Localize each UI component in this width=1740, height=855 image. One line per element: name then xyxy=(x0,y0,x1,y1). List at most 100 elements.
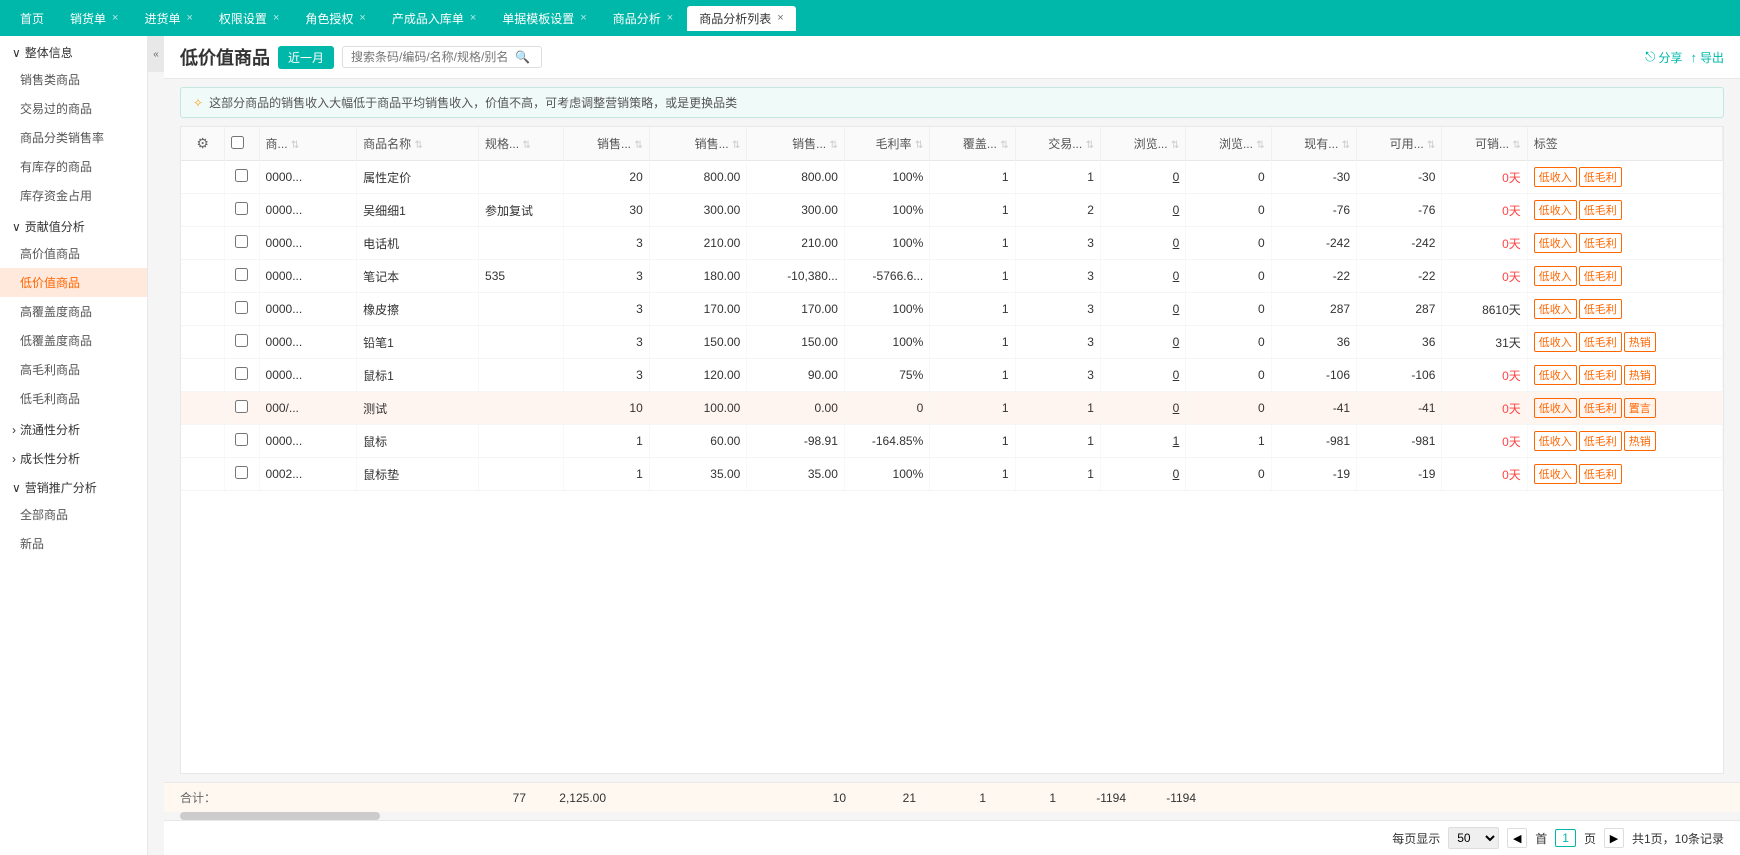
nav-role-auth[interactable]: 角色授权× xyxy=(293,6,377,31)
search-icon[interactable]: 🔍 xyxy=(515,50,530,64)
nav-goods-close[interactable]: × xyxy=(667,12,673,24)
row-spec xyxy=(479,392,564,425)
horizontal-scrollbar[interactable] xyxy=(180,812,1724,820)
sidebar-item-stock-capital[interactable]: 库存资金占用 xyxy=(0,181,147,210)
browse-link[interactable]: 0 xyxy=(1173,335,1180,349)
row-checkbox[interactable] xyxy=(235,367,248,380)
total-info: 共1页，10条记录 xyxy=(1632,830,1724,847)
sidebar-item-stock-goods[interactable]: 有库存的商品 xyxy=(0,152,147,181)
first-page-btn[interactable]: ◀ xyxy=(1507,828,1527,848)
browse-link[interactable]: 0 xyxy=(1173,170,1180,184)
nav-role-close[interactable]: × xyxy=(359,12,365,24)
browse-link[interactable]: 0 xyxy=(1173,236,1180,250)
sidebar-group-overall[interactable]: ∨ 整体信息 xyxy=(0,36,147,65)
row-setting xyxy=(181,359,225,392)
row-checkbox[interactable] xyxy=(235,466,248,479)
row-checkbox[interactable] xyxy=(235,169,248,182)
row-trade: 3 xyxy=(1015,227,1100,260)
row-qty: 10 xyxy=(564,392,649,425)
sidebar-item-low-cover[interactable]: 低覆盖度商品 xyxy=(0,326,147,355)
browse-link[interactable]: 0 xyxy=(1173,203,1180,217)
browse-link[interactable]: 1 xyxy=(1173,434,1180,448)
browse-link[interactable]: 0 xyxy=(1173,467,1180,481)
browse-link[interactable]: 0 xyxy=(1173,269,1180,283)
sidebar-item-sales-goods[interactable]: 销售类商品 xyxy=(0,65,147,94)
row-sale-cost: 210.00 xyxy=(747,227,845,260)
th-stock[interactable]: 现有... ⇅ xyxy=(1271,127,1356,161)
time-filter-button[interactable]: 近一月 xyxy=(278,46,334,69)
sidebar-item-all-goods[interactable]: 全部商品 xyxy=(0,500,147,529)
sidebar-item-category-rate[interactable]: 商品分类销售率 xyxy=(0,123,147,152)
search-input[interactable] xyxy=(351,50,511,64)
th-sale-qty[interactable]: 销售... ⇅ xyxy=(564,127,649,161)
row-checkbox[interactable] xyxy=(235,268,248,281)
main-layout: ∨ 整体信息 销售类商品 交易过的商品 商品分类销售率 有库存的商品 库存资金占… xyxy=(0,36,1740,855)
row-checkbox[interactable] xyxy=(235,334,248,347)
nav-permissions-close[interactable]: × xyxy=(273,12,279,24)
sort-icon-spec: ⇅ xyxy=(522,140,530,151)
sidebar-item-high-value[interactable]: 高价值商品 xyxy=(0,239,147,268)
row-stock: -41 xyxy=(1271,392,1356,425)
th-sellable[interactable]: 可销... ⇅ xyxy=(1442,127,1527,161)
days-badge: 0天 xyxy=(1502,171,1521,185)
nav-goods-list-close[interactable]: × xyxy=(777,12,783,24)
row-checkbox[interactable] xyxy=(235,235,248,248)
page-size-select[interactable]: 50 100 xyxy=(1448,827,1499,849)
th-profit[interactable]: 毛利率 ⇅ xyxy=(844,127,929,161)
select-all-checkbox[interactable] xyxy=(231,136,244,149)
sidebar-item-high-profit[interactable]: 高毛利商品 xyxy=(0,355,147,384)
sidebar-item-low-value[interactable]: 低价值商品 xyxy=(0,268,147,297)
nav-product-in[interactable]: 产成品入库单× xyxy=(380,6,488,31)
sidebar-group-circulation[interactable]: › 流通性分析 xyxy=(0,413,147,442)
data-table-wrapper[interactable]: ⚙ 商... ⇅ 商品名称 ⇅ 规格... ⇅ 销售... ⇅ 销售... ⇅ … xyxy=(180,126,1724,774)
browse-link[interactable]: 0 xyxy=(1173,368,1180,382)
row-setting xyxy=(181,293,225,326)
th-browse2[interactable]: 浏览... ⇅ xyxy=(1186,127,1271,161)
row-checkbox[interactable] xyxy=(235,202,248,215)
row-checkbox[interactable] xyxy=(235,400,248,413)
row-sale-sub: 100% xyxy=(844,326,929,359)
row-checkbox[interactable] xyxy=(235,301,248,314)
nav-template-close[interactable]: × xyxy=(580,12,586,24)
browse-link[interactable]: 0 xyxy=(1173,401,1180,415)
footer-amt: 2,125.00 xyxy=(546,791,626,805)
th-spec[interactable]: 规格... ⇅ xyxy=(479,127,564,161)
sidebar-item-low-profit[interactable]: 低毛利商品 xyxy=(0,384,147,413)
nav-goods-analysis[interactable]: 商品分析× xyxy=(601,6,685,31)
nav-home[interactable]: 首页 xyxy=(8,6,56,31)
row-avail: -76 xyxy=(1357,194,1442,227)
th-sale-amt[interactable]: 销售... ⇅ xyxy=(649,127,747,161)
nav-goods-list[interactable]: 商品分析列表× xyxy=(687,6,795,31)
sidebar-group-marketing[interactable]: ∨ 营销推广分析 xyxy=(0,471,147,500)
sidebar-group-contribution[interactable]: ∨ 贡献值分析 xyxy=(0,210,147,239)
scrollbar-thumb[interactable] xyxy=(180,812,380,820)
row-checkbox[interactable] xyxy=(235,433,248,446)
th-cover[interactable]: 覆盖... ⇅ xyxy=(930,127,1015,161)
sidebar-item-new-goods[interactable]: 新品 xyxy=(0,529,147,558)
sidebar-group-growth[interactable]: › 成长性分析 xyxy=(0,442,147,471)
export-button[interactable]: ↑ 导出 xyxy=(1690,49,1724,66)
th-name[interactable]: 商品名称 ⇅ xyxy=(357,127,479,161)
nav-template[interactable]: 单据模板设置× xyxy=(490,6,598,31)
sidebar-item-high-cover[interactable]: 高覆盖度商品 xyxy=(0,297,147,326)
th-sale-cost[interactable]: 销售... ⇅ xyxy=(747,127,845,161)
nav-sales[interactable]: 销货单× xyxy=(58,6,130,31)
nav-sales-close[interactable]: × xyxy=(112,12,118,24)
nav-product-close[interactable]: × xyxy=(470,12,476,24)
sidebar-item-traded-goods[interactable]: 交易过的商品 xyxy=(0,94,147,123)
sidebar-collapse-btn[interactable]: « xyxy=(148,36,164,72)
browse-link[interactable]: 0 xyxy=(1173,302,1180,316)
th-trade[interactable]: 交易... ⇅ xyxy=(1015,127,1100,161)
th-browse1[interactable]: 浏览... ⇅ xyxy=(1100,127,1185,161)
share-button[interactable]: ⎋ 分享 xyxy=(1645,49,1682,66)
th-code[interactable]: 商... ⇅ xyxy=(259,127,357,161)
nav-purchase[interactable]: 进货单× xyxy=(132,6,204,31)
days-badge: 31天 xyxy=(1495,336,1520,350)
th-setting[interactable]: ⚙ xyxy=(181,127,225,161)
sort-icon-code: ⇅ xyxy=(291,140,299,151)
row-browse2: 1 xyxy=(1186,425,1271,458)
nav-purchase-close[interactable]: × xyxy=(186,12,192,24)
th-avail[interactable]: 可用... ⇅ xyxy=(1357,127,1442,161)
nav-permissions[interactable]: 权限设置× xyxy=(207,6,291,31)
next-page-btn[interactable]: ▶ xyxy=(1604,828,1624,848)
